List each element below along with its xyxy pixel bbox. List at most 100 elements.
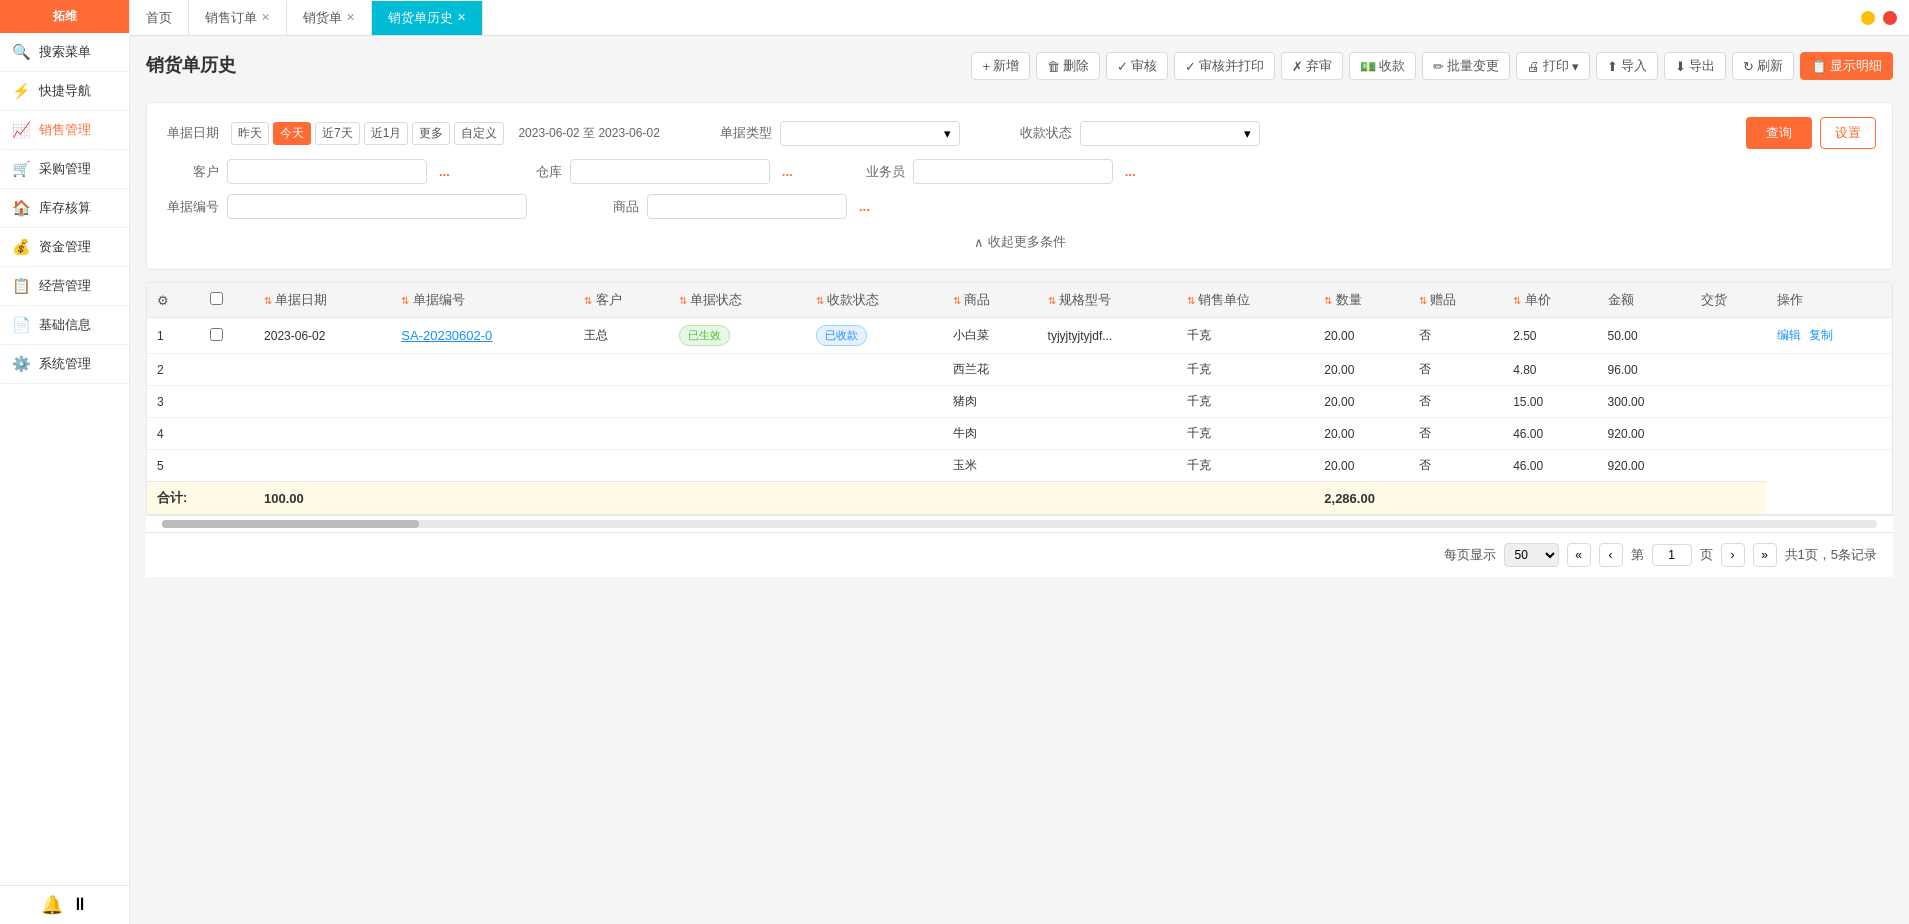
- batch-change-button[interactable]: ✏ 批量变更: [1422, 52, 1510, 80]
- import-button[interactable]: ⬆ 导入: [1596, 52, 1658, 80]
- goods-ellipsis-btn[interactable]: ...: [859, 199, 870, 214]
- warehouse-ellipsis-btn[interactable]: ...: [782, 164, 793, 179]
- tab-sales-order[interactable]: 销售订单 ✕: [189, 1, 287, 35]
- edit-action-btn[interactable]: 编辑: [1777, 327, 1801, 344]
- scrollbar-thumb[interactable]: [162, 520, 419, 528]
- unit-price-col-header[interactable]: ⇅ 单价: [1503, 283, 1597, 318]
- delete-button[interactable]: 🗑 删除: [1036, 52, 1100, 80]
- new-button[interactable]: + 新增: [971, 52, 1030, 80]
- tab-home[interactable]: 首页: [130, 1, 189, 35]
- date-custom-btn[interactable]: 自定义: [454, 122, 504, 145]
- qty-cell: 20.00: [1314, 418, 1408, 450]
- close-sales-order-tab-icon[interactable]: ✕: [261, 11, 270, 24]
- close-sales-history-tab-icon[interactable]: ✕: [457, 11, 466, 24]
- sidebar-item-label: 库存核算: [39, 199, 91, 217]
- doc-no-input[interactable]: [227, 194, 527, 219]
- checkbox-cell[interactable]: [200, 418, 254, 450]
- page-size-select[interactable]: 50 10 20 100: [1504, 543, 1559, 567]
- show-detail-button[interactable]: 📋 显示明细: [1800, 52, 1893, 80]
- pagination-bar: 每页显示 50 10 20 100 « ‹ 第 页 › » 共1页，5条记录: [146, 532, 1893, 577]
- checkbox-cell[interactable]: [200, 386, 254, 418]
- refresh-button[interactable]: ↻ 刷新: [1732, 52, 1794, 80]
- sidebar-item-inventory[interactable]: 🏠 库存核算: [0, 189, 129, 228]
- date-today-btn[interactable]: 今天: [273, 122, 311, 145]
- abandon-button[interactable]: ✗ 弃审: [1281, 52, 1343, 80]
- doc-status-cell: [669, 386, 806, 418]
- customer-col-header[interactable]: ⇅ 客户: [574, 283, 668, 318]
- date-7days-btn[interactable]: 近7天: [315, 122, 360, 145]
- sidebar-item-label: 经营管理: [39, 277, 91, 295]
- checkbox-cell[interactable]: [200, 450, 254, 482]
- qty-col-header[interactable]: ⇅ 数量: [1314, 283, 1408, 318]
- tab-sales-delivery[interactable]: 销货单 ✕: [287, 1, 372, 35]
- amount-cell: 920.00: [1598, 418, 1691, 450]
- doc-no-link[interactable]: SA-20230602-0: [401, 328, 492, 343]
- goods-input[interactable]: [647, 194, 847, 219]
- doc-type-select[interactable]: ▾: [780, 121, 960, 146]
- customer-ellipsis-btn[interactable]: ...: [439, 164, 450, 179]
- actions-cell: [1767, 386, 1892, 418]
- sidebar-item-purchase-mgmt[interactable]: 🛒 采购管理: [0, 150, 129, 189]
- close-button[interactable]: [1883, 11, 1897, 25]
- tab-sales-history[interactable]: 销货单历史 ✕: [372, 1, 483, 35]
- checkbox-cell[interactable]: [200, 354, 254, 386]
- scrollbar-track[interactable]: [162, 520, 1877, 528]
- notification-icon[interactable]: 🔔: [41, 894, 63, 916]
- prev-page-button[interactable]: ‹: [1599, 543, 1623, 567]
- next-page-button[interactable]: ›: [1721, 543, 1745, 567]
- doc-status-col-header[interactable]: ⇅ 单据状态: [669, 283, 806, 318]
- date-1month-btn[interactable]: 近1月: [364, 122, 409, 145]
- payment-status-select[interactable]: ▾: [1080, 121, 1260, 146]
- salesperson-ellipsis-btn[interactable]: ...: [1125, 164, 1136, 179]
- sidebar-item-finance-mgmt[interactable]: 💰 资金管理: [0, 228, 129, 267]
- sidebar-item-label: 搜索菜单: [39, 43, 91, 61]
- pause-icon[interactable]: ⏸: [71, 894, 89, 916]
- table-settings-icon[interactable]: ⚙: [157, 293, 169, 308]
- sales-unit-col-header[interactable]: ⇅ 销售单位: [1177, 283, 1314, 318]
- clipboard-icon: 📋: [12, 277, 31, 295]
- audit-print-button[interactable]: ✓ 审核并打印: [1174, 52, 1275, 80]
- collect-button[interactable]: 💵 收款: [1349, 52, 1416, 80]
- table-row: 4牛肉千克20.00否46.00920.00: [147, 418, 1892, 450]
- date-more-btn[interactable]: 更多: [412, 122, 450, 145]
- first-page-button[interactable]: «: [1567, 543, 1591, 567]
- goods-col-header[interactable]: ⇅ 商品: [943, 283, 1037, 318]
- date-yesterday-btn[interactable]: 昨天: [231, 122, 269, 145]
- sidebar-item-ops-mgmt[interactable]: 📋 经营管理: [0, 267, 129, 306]
- cart-icon: 🛒: [12, 160, 31, 178]
- audit-button[interactable]: ✓ 审核: [1106, 52, 1168, 80]
- sidebar-item-basic-info[interactable]: 📄 基础信息: [0, 306, 129, 345]
- last-page-button[interactable]: »: [1753, 543, 1777, 567]
- doc-date-col-header[interactable]: ⇅ 单据日期: [254, 283, 391, 318]
- page-size-label: 每页显示: [1444, 546, 1496, 564]
- customer-input[interactable]: [227, 159, 427, 184]
- checkbox-col-header[interactable]: [200, 283, 254, 318]
- query-button[interactable]: 查询: [1746, 117, 1812, 149]
- copy-action-btn[interactable]: 复制: [1809, 327, 1833, 344]
- checkbox-cell[interactable]: [200, 318, 254, 354]
- select-all-checkbox[interactable]: [210, 292, 223, 305]
- minimize-button[interactable]: [1861, 11, 1875, 25]
- customer-filter-group: 客户 ...: [163, 159, 450, 184]
- payment-status-col-header[interactable]: ⇅ 收款状态: [806, 283, 943, 318]
- salesperson-input[interactable]: [913, 159, 1113, 184]
- row-checkbox[interactable]: [210, 328, 223, 341]
- sidebar-item-sys-mgmt[interactable]: ⚙️ 系统管理: [0, 345, 129, 384]
- export-button[interactable]: ⬇ 导出: [1664, 52, 1726, 80]
- page-number-input[interactable]: [1652, 544, 1692, 566]
- doc-no-col-header[interactable]: ⇅ 单据编号: [391, 283, 574, 318]
- warehouse-input[interactable]: [570, 159, 770, 184]
- sidebar-item-search-menu[interactable]: 🔍 搜索菜单: [0, 33, 129, 72]
- gift-col-header[interactable]: ⇅ 赠品: [1409, 283, 1503, 318]
- set-button[interactable]: 设置: [1820, 117, 1876, 149]
- settings-col-header[interactable]: ⚙: [147, 283, 200, 318]
- delivery-cell: [1691, 386, 1767, 418]
- spec-type-col-header[interactable]: ⇅ 规格型号: [1038, 283, 1177, 318]
- sidebar-item-sales-mgmt[interactable]: 📈 销售管理: [0, 111, 129, 150]
- sidebar-item-quick-nav[interactable]: ⚡ 快捷导航: [0, 72, 129, 111]
- collapse-filter-btn[interactable]: ∧ 收起更多条件: [163, 229, 1876, 255]
- close-sales-delivery-tab-icon[interactable]: ✕: [346, 11, 355, 24]
- salesperson-label: 业务员: [849, 163, 905, 181]
- sort-icon: ⇅: [1324, 295, 1332, 306]
- print-button[interactable]: 🖨 打印 ▾: [1516, 52, 1590, 80]
